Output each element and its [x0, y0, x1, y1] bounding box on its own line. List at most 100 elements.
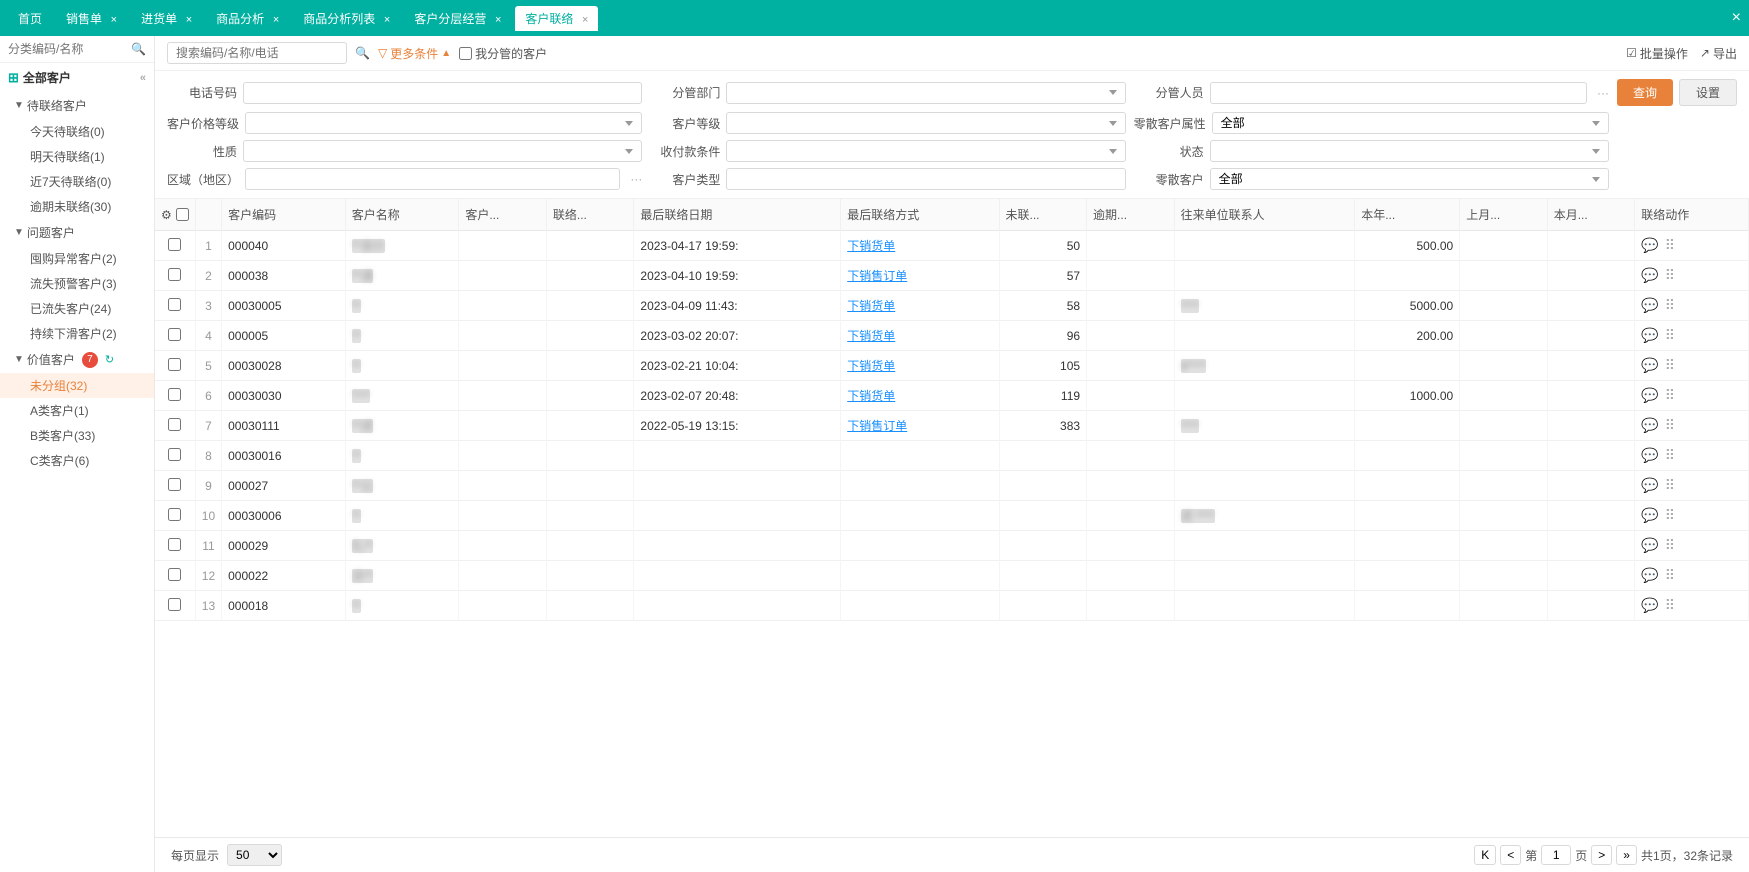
nav-product-analysis-list-close[interactable]: × [384, 14, 390, 26]
more-action-icon[interactable]: ⠿ [1665, 477, 1675, 494]
td-name[interactable]: ** [345, 441, 459, 471]
nav-customer-tier[interactable]: 客户分层经营 × [404, 6, 511, 31]
row-checkbox[interactable] [168, 568, 181, 581]
filter-select-nature[interactable] [243, 140, 642, 162]
more-action-icon[interactable]: ⠿ [1665, 327, 1675, 344]
chat-icon[interactable]: 💬 [1641, 507, 1658, 524]
prev-page-btn[interactable]: < [1500, 845, 1521, 865]
sidebar-item-class-b[interactable]: B类客户(33) [0, 423, 154, 448]
filter-select-cust-level[interactable] [726, 112, 1125, 134]
sidebar-item-overdue[interactable]: 逾期未联络(30) [0, 194, 154, 219]
td-last-contact-way[interactable] [841, 591, 999, 621]
row-checkbox[interactable] [168, 508, 181, 521]
sidebar-item-churned[interactable]: 已流失客户(24) [0, 296, 154, 321]
sidebar-item-declining[interactable]: 持续下滑客户(2) [0, 321, 154, 346]
more-action-icon[interactable]: ⠿ [1665, 537, 1675, 554]
chat-icon[interactable]: 💬 [1641, 417, 1658, 434]
more-conditions-btn[interactable]: ▽ 更多条件 ▲ [378, 45, 451, 62]
row-checkbox[interactable] [168, 418, 181, 431]
nav-product-analysis-list[interactable]: 商品分析列表 × [293, 6, 400, 31]
filter-select-payment[interactable] [726, 140, 1125, 162]
td-checkbox[interactable] [155, 441, 195, 471]
more-action-icon[interactable]: ⠿ [1665, 507, 1675, 524]
td-action[interactable]: 💬 ⠿ [1635, 531, 1749, 561]
th-this-month[interactable]: 本月... [1547, 199, 1635, 231]
td-checkbox[interactable] [155, 231, 195, 261]
filter-input-cust-type[interactable] [726, 168, 1125, 190]
row-checkbox[interactable] [168, 388, 181, 401]
td-last-contact-way[interactable] [841, 441, 999, 471]
chat-icon[interactable]: 💬 [1641, 597, 1658, 614]
more-action-icon[interactable]: ⠿ [1665, 237, 1675, 254]
region-dots-icon[interactable]: ··· [630, 172, 642, 186]
sidebar-all-customers[interactable]: ⊞ 全部客户 « [0, 63, 154, 92]
td-last-contact-way[interactable] [841, 471, 999, 501]
filter-select-price-level[interactable] [245, 112, 642, 134]
filter-select-retail-attr[interactable]: 全部 [1212, 112, 1609, 134]
row-checkbox[interactable] [168, 538, 181, 551]
td-checkbox[interactable] [155, 291, 195, 321]
settings-icon[interactable]: ⚙ [161, 208, 172, 222]
batch-op-btn[interactable]: ☑ 批量操作 [1626, 45, 1688, 62]
th-last-month[interactable]: 上月... [1460, 199, 1548, 231]
td-action[interactable]: 💬 ⠿ [1635, 261, 1749, 291]
td-name[interactable]: ** [345, 501, 459, 531]
th-overdue[interactable]: 逾期... [1087, 199, 1175, 231]
chat-icon[interactable]: 💬 [1641, 537, 1658, 554]
chat-icon[interactable]: 💬 [1641, 477, 1658, 494]
td-checkbox[interactable] [155, 561, 195, 591]
sidebar-item-hoarding[interactable]: 囤购异常客户(2) [0, 246, 154, 271]
page-input[interactable] [1541, 845, 1571, 865]
td-name[interactable]: 浓** [345, 561, 459, 591]
next-page-btn[interactable]: > [1591, 845, 1612, 865]
td-name[interactable]: **公 [345, 471, 459, 501]
td-action[interactable]: 💬 ⠿ [1635, 381, 1749, 411]
td-last-contact-way[interactable]: 下销售订单 [841, 411, 999, 441]
more-action-icon[interactable]: ⠿ [1665, 567, 1675, 584]
chat-icon[interactable]: 💬 [1641, 297, 1658, 314]
th-partner-contact[interactable]: 往来单位联系人 [1174, 199, 1355, 231]
my-customers-check[interactable] [459, 47, 472, 60]
row-checkbox[interactable] [168, 298, 181, 311]
reset-button[interactable]: 设置 [1679, 79, 1737, 106]
th-contact[interactable]: 联络... [546, 199, 634, 231]
td-last-contact-way[interactable] [841, 561, 999, 591]
td-name[interactable]: 扎** [345, 531, 459, 561]
td-checkbox[interactable] [155, 471, 195, 501]
first-page-btn[interactable]: K [1474, 845, 1496, 865]
th-no-contact[interactable]: 未联... [999, 199, 1087, 231]
td-last-contact-way[interactable]: 下销货单 [841, 351, 999, 381]
select-all-checkbox[interactable] [176, 208, 189, 221]
nav-customer-contact[interactable]: 客户联络 × [515, 6, 598, 31]
th-last-contact-date[interactable]: 最后联络日期 [634, 199, 841, 231]
td-last-contact-way[interactable]: 下销货单 [841, 321, 999, 351]
td-last-contact-way[interactable] [841, 531, 999, 561]
td-action[interactable]: 💬 ⠿ [1635, 321, 1749, 351]
dots-icon[interactable]: ··· [1597, 86, 1609, 100]
more-action-icon[interactable]: ⠿ [1665, 417, 1675, 434]
row-checkbox[interactable] [168, 478, 181, 491]
td-name[interactable]: ** [345, 321, 459, 351]
td-action[interactable]: 💬 ⠿ [1635, 231, 1749, 261]
td-name[interactable]: ** [345, 591, 459, 621]
chat-icon[interactable]: 💬 [1641, 327, 1658, 344]
search-input[interactable] [167, 42, 347, 64]
nav-purchase[interactable]: 进货单 × [131, 6, 202, 31]
td-action[interactable]: 💬 ⠿ [1635, 441, 1749, 471]
th-action[interactable]: 联络动作 [1635, 199, 1749, 231]
td-name[interactable]: **请 [345, 261, 459, 291]
more-action-icon[interactable]: ⠿ [1665, 387, 1675, 404]
row-checkbox[interactable] [168, 268, 181, 281]
search-icon[interactable]: 🔍 [355, 46, 370, 60]
page-size-select[interactable]: 50 100 200 [227, 844, 282, 866]
nav-customer-tier-close[interactable]: × [495, 14, 501, 26]
td-action[interactable]: 💬 ⠿ [1635, 411, 1749, 441]
more-action-icon[interactable]: ⠿ [1665, 297, 1675, 314]
filter-select-status[interactable] [1210, 140, 1609, 162]
td-last-contact-way[interactable] [841, 501, 999, 531]
td-last-contact-way[interactable]: 下销货单 [841, 381, 999, 411]
sidebar-item-tomorrow[interactable]: 明天待联络(1) [0, 144, 154, 169]
row-checkbox[interactable] [168, 238, 181, 251]
more-action-icon[interactable]: ⠿ [1665, 447, 1675, 464]
chat-icon[interactable]: 💬 [1641, 267, 1658, 284]
